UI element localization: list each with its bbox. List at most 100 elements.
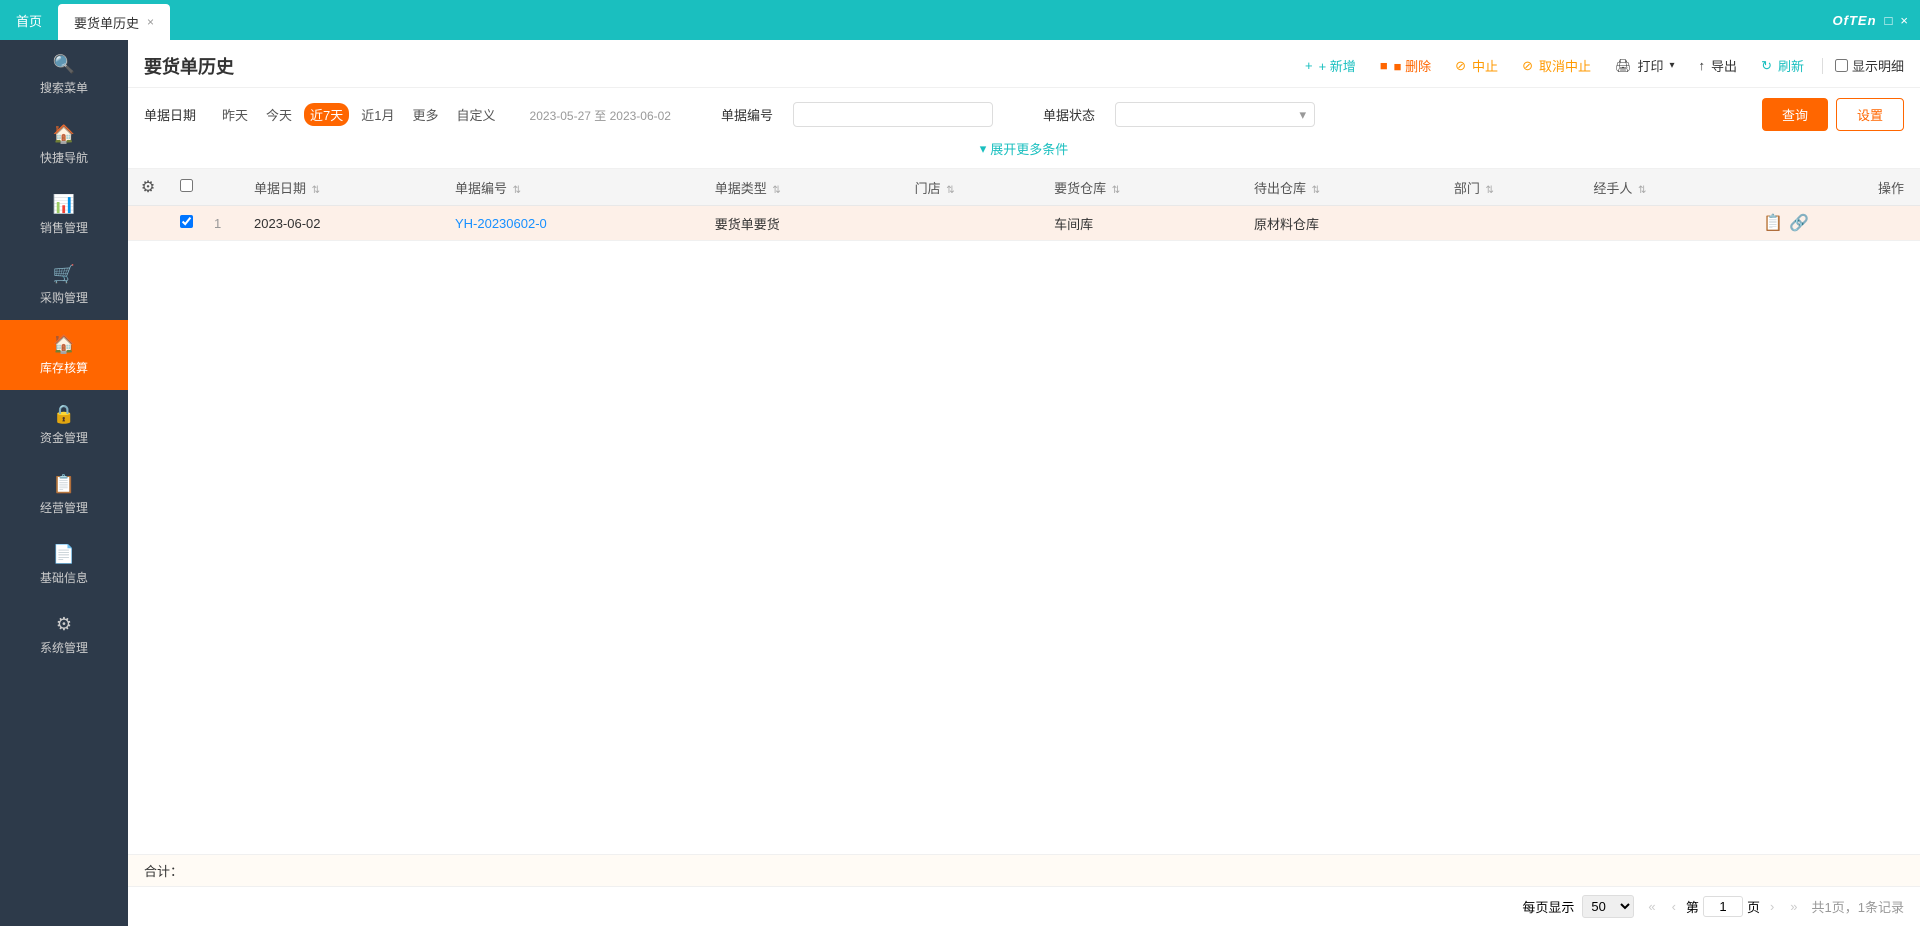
refresh-button[interactable]: ↻ 刷新	[1755, 52, 1810, 79]
edit-icon[interactable]: 📋	[1763, 213, 1783, 233]
row-checkbox-cell[interactable]	[168, 206, 204, 241]
sidebar-item-search[interactable]: 🔍 搜索菜单	[0, 40, 128, 110]
select-all-checkbox[interactable]	[180, 179, 193, 192]
shortcut-1month[interactable]: 近1月	[355, 103, 400, 126]
export-label: 导出	[1711, 56, 1737, 75]
query-button[interactable]: 查询	[1762, 98, 1828, 131]
cancel-stop-button[interactable]: ⊘ 取消中止	[1516, 52, 1597, 79]
th-pending-warehouse[interactable]: 待出仓库 ⇅	[1244, 169, 1444, 206]
page-size-label: 每页显示	[1522, 897, 1574, 916]
th-doc-type[interactable]: 单据类型 ⇅	[705, 169, 905, 206]
window-maximize[interactable]: □	[1885, 13, 1893, 28]
date-filter-label: 单据日期	[144, 105, 196, 124]
requisition-table: ⚙ 单据日期 ⇅ 单据编号 ⇅	[128, 169, 1920, 241]
row-handler	[1583, 206, 1753, 241]
display-detail-checkbox[interactable]	[1835, 59, 1848, 72]
shortcut-yesterday[interactable]: 昨天	[216, 103, 254, 126]
shortcut-today[interactable]: 今天	[260, 103, 298, 126]
th-doc-no-label: 单据编号	[455, 181, 507, 196]
print-icon: 🖨	[1615, 58, 1632, 74]
sidebar-item-operations[interactable]: 📋 经营管理	[0, 460, 128, 530]
doc-no-input[interactable]	[793, 102, 993, 127]
home-icon: 🏠	[53, 124, 75, 145]
main-layout: 🔍 搜索菜单 🏠 快捷导航 📊 销售管理 🛒 采购管理 🏠 库存核算 🔒 资金管…	[0, 40, 1920, 926]
sort-department-icon: ⇅	[1486, 185, 1494, 196]
summary-label: 合计：	[144, 864, 183, 879]
row-store	[905, 206, 1044, 241]
prev-page-button[interactable]: ‹	[1666, 897, 1682, 916]
th-handler[interactable]: 经手人 ⇅	[1583, 169, 1753, 206]
brand-label: OfTEn	[1833, 13, 1877, 28]
shortcut-custom[interactable]: 自定义	[451, 103, 502, 126]
tab-close-icon[interactable]: ×	[147, 15, 154, 29]
th-doc-date[interactable]: 单据日期 ⇅	[244, 169, 445, 206]
stop-button[interactable]: ⊘ 中止	[1449, 52, 1504, 79]
toolbar-divider	[1822, 58, 1823, 74]
row-doc-no[interactable]: YH-20230602-0	[445, 206, 705, 241]
last-page-button[interactable]: »	[1784, 897, 1803, 916]
th-req-warehouse[interactable]: 要货仓库 ⇅	[1044, 169, 1244, 206]
table-settings-icon[interactable]: ⚙	[141, 179, 155, 196]
tab-requisition-history[interactable]: 要货单历史 ×	[58, 4, 170, 40]
th-req-warehouse-label: 要货仓库	[1054, 181, 1106, 196]
copy-icon[interactable]: 🔗	[1789, 213, 1809, 233]
expand-icon: ▾	[980, 141, 987, 157]
doc-no-link[interactable]: YH-20230602-0	[455, 216, 547, 231]
page-nav: « ‹ 第 页 › »	[1642, 896, 1803, 917]
expand-more[interactable]: ▾ 展开更多条件	[144, 139, 1904, 158]
th-settings[interactable]: ⚙	[128, 169, 168, 206]
filter-actions: 查询 设置	[1762, 98, 1904, 131]
th-doc-type-label: 单据类型	[715, 181, 767, 196]
table-header-row: ⚙ 单据日期 ⇅ 单据编号 ⇅	[128, 169, 1920, 206]
export-button[interactable]: ↑ 导出	[1693, 52, 1744, 79]
total-info: 共1页，1条记录	[1812, 897, 1904, 916]
tab-home[interactable]: 首页	[0, 0, 58, 40]
footer-summary: 合计：	[128, 854, 1920, 886]
sidebar-item-system[interactable]: ⚙ 系统管理	[0, 600, 128, 670]
page-number-input[interactable]	[1703, 896, 1743, 917]
sidebar-item-inventory[interactable]: 🏠 库存核算	[0, 320, 128, 390]
th-row-num	[204, 169, 244, 206]
delete-label: ■ 删除	[1394, 56, 1431, 75]
print-chevron-icon: ▾	[1670, 60, 1675, 71]
tab-list: 首页 要货单历史 ×	[0, 0, 170, 40]
sidebar-item-quick-nav-label: 快捷导航	[40, 149, 88, 166]
display-detail-toggle[interactable]: 显示明细	[1835, 56, 1904, 75]
filter-area: 单据日期 昨天 今天 近7天 近1月 更多 自定义 2023-05-27 至 2…	[128, 88, 1920, 169]
sidebar-item-finance[interactable]: 🔒 资金管理	[0, 390, 128, 460]
sidebar-item-basic-info[interactable]: 📄 基础信息	[0, 530, 128, 600]
th-operation: 操作	[1753, 169, 1920, 206]
sidebar-item-inventory-label: 库存核算	[40, 359, 88, 376]
sidebar-item-sales[interactable]: 📊 销售管理	[0, 180, 128, 250]
tab-requisition-label: 要货单历史	[74, 13, 139, 32]
table-area: ⚙ 单据日期 ⇅ 单据编号 ⇅	[128, 169, 1920, 854]
new-icon: +	[1305, 58, 1313, 73]
window-close[interactable]: ×	[1900, 13, 1908, 28]
first-page-button[interactable]: «	[1642, 897, 1661, 916]
th-store[interactable]: 门店 ⇅	[905, 169, 1044, 206]
row-num-cell: 1	[204, 206, 244, 241]
row-req-warehouse: 车间库	[1044, 206, 1244, 241]
table-row: 1 2023-06-02 YH-20230602-0 要货单要货 车间库 原材料…	[128, 206, 1920, 241]
next-page-button[interactable]: ›	[1764, 897, 1780, 916]
sidebar-item-quick-nav[interactable]: 🏠 快捷导航	[0, 110, 128, 180]
sort-store-icon: ⇅	[946, 185, 954, 196]
tab-home-label: 首页	[16, 11, 42, 30]
th-department[interactable]: 部门 ⇅	[1444, 169, 1583, 206]
row-checkbox[interactable]	[180, 215, 193, 228]
status-select-wrapper: ▾	[1115, 102, 1315, 127]
shortcut-more[interactable]: 更多	[407, 103, 445, 126]
print-button[interactable]: 🖨 打印 ▾	[1609, 52, 1681, 79]
sidebar-item-purchase[interactable]: 🛒 采购管理	[0, 250, 128, 320]
page-input-suffix: 页	[1747, 897, 1760, 916]
row-pending-warehouse: 原材料仓库	[1244, 206, 1444, 241]
shortcut-7days[interactable]: 近7天	[304, 103, 349, 126]
new-button[interactable]: + + 新增	[1299, 52, 1362, 79]
page-input-prefix: 第	[1686, 897, 1699, 916]
operation-icons: 📋 🔗	[1763, 213, 1904, 233]
page-size-select[interactable]: 50 20 100 200	[1582, 895, 1634, 918]
th-doc-no[interactable]: 单据编号 ⇅	[445, 169, 705, 206]
status-select[interactable]	[1116, 103, 1314, 126]
delete-button[interactable]: ■ ■ 删除	[1374, 52, 1437, 79]
settings-filter-button[interactable]: 设置	[1836, 98, 1904, 131]
